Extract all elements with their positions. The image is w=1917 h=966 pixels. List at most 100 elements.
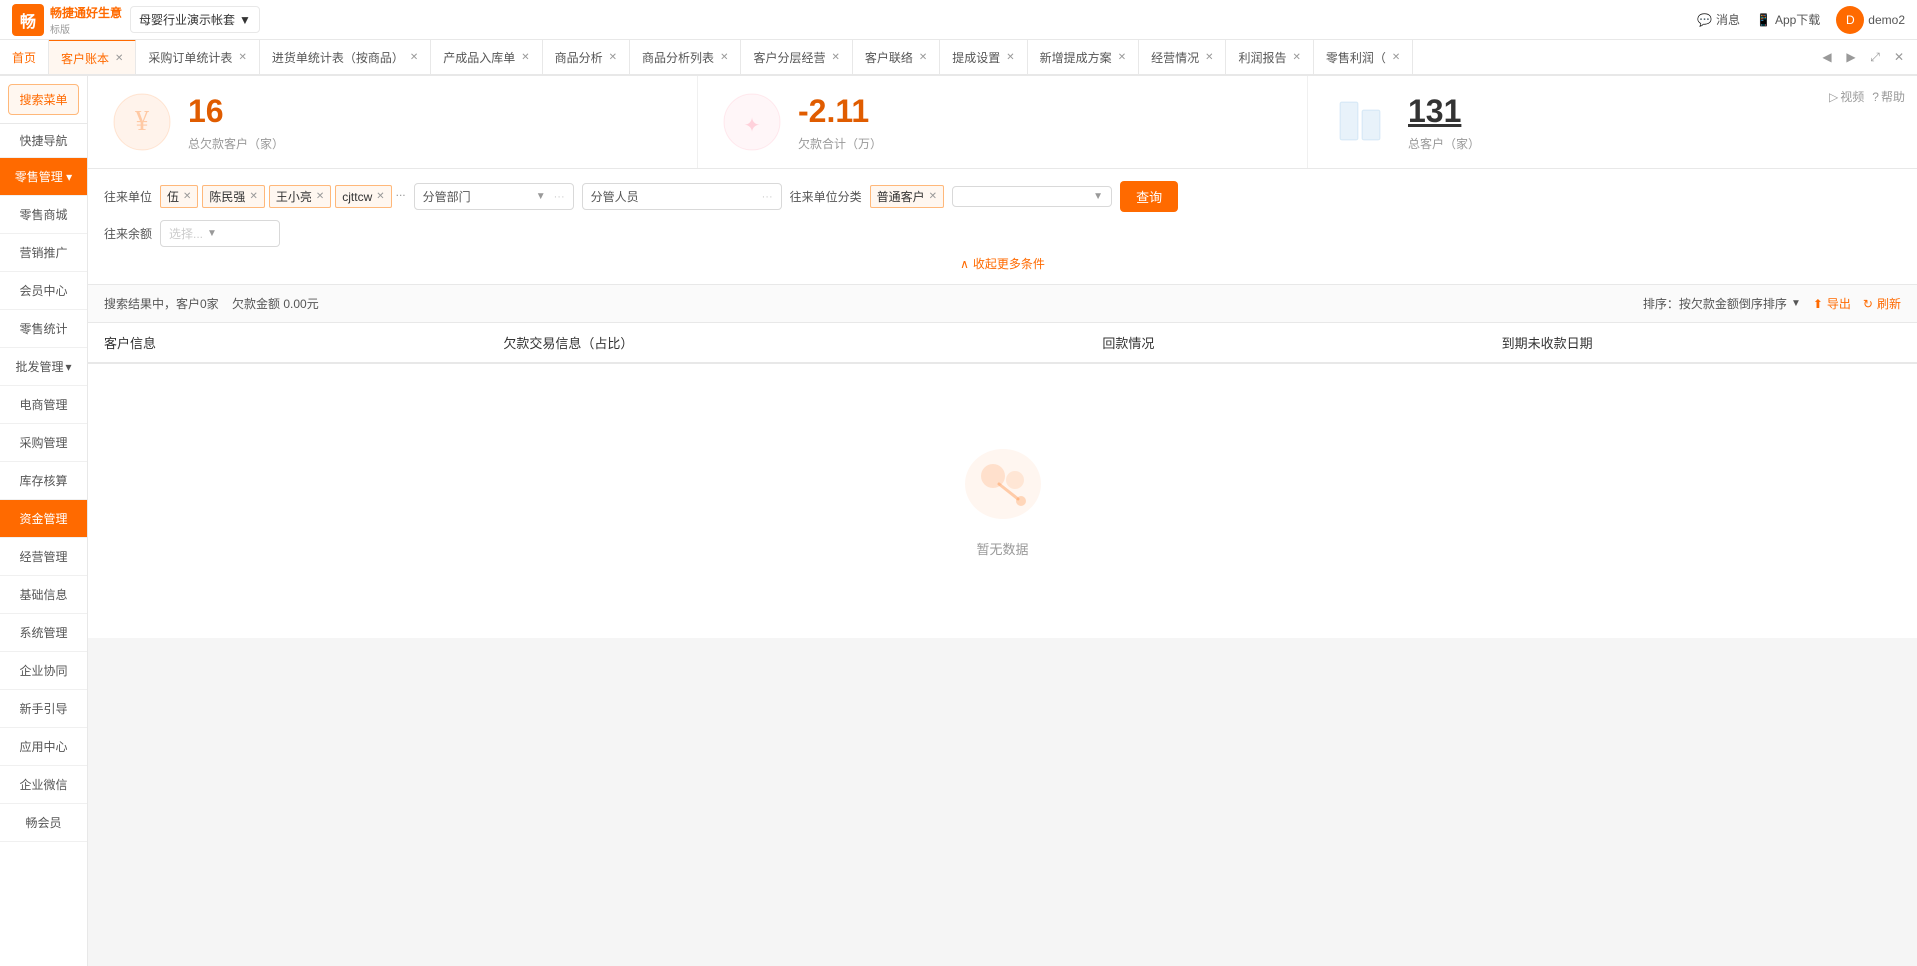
sidebar-item-guide[interactable]: 新手引导 <box>0 690 87 728</box>
workspace-selector[interactable]: 母婴行业演示帐套 ▼ <box>130 6 260 33</box>
stat-label-debt: 欠款合计（万） <box>798 135 882 152</box>
sidebar-item-basic-info[interactable]: 基础信息 <box>0 576 87 614</box>
tab-profit-report[interactable]: 利润报告 ✕ <box>1226 40 1313 75</box>
unit-tag-cjttcw-close-icon[interactable]: ✕ <box>376 191 384 202</box>
dept-selector[interactable]: 分管部门 ▼ ··· <box>414 183 574 210</box>
stat-info-customers: 16 总欠款客户（家） <box>188 92 284 151</box>
category-selector[interactable]: ▼ <box>952 186 1112 207</box>
raise-settings-tab-close-icon[interactable]: ✕ <box>1006 52 1014 63</box>
category-tag-normal-close-icon[interactable]: ✕ <box>929 191 937 202</box>
sidebar-item-app-center[interactable]: 应用中心 <box>0 728 87 766</box>
tab-accounts[interactable]: 客户账本 ✕ <box>49 40 136 75</box>
help-link[interactable]: ? 帮助 <box>1872 88 1905 105</box>
logo-sub: 标版 <box>50 21 122 36</box>
tab-customer-tier[interactable]: 客户分层经营 ✕ <box>741 40 852 75</box>
sidebar-item-wechat[interactable]: 企业微信 <box>0 766 87 804</box>
stat-label-customers: 总欠款客户（家） <box>188 135 284 152</box>
play-icon: ▷ <box>1829 90 1838 104</box>
person-label: 分管人员 <box>591 188 639 205</box>
unit-tag-chen[interactable]: 陈民强 ✕ <box>202 185 264 208</box>
accounts-tab-close-icon[interactable]: ✕ <box>115 53 123 64</box>
top-bar-left: 畅 畅捷通好生意 标版 母婴行业演示帐套 ▼ <box>12 4 260 36</box>
customer-tier-tab-close-icon[interactable]: ✕ <box>831 52 839 63</box>
video-link[interactable]: ▷ 视频 <box>1829 88 1864 105</box>
sidebar-item-member2[interactable]: 畅会员 <box>0 804 87 842</box>
app-download-button[interactable]: 📱 App下载 <box>1756 11 1820 28</box>
sidebar-item-wholesale[interactable]: 批发管理 ▾ <box>0 348 87 386</box>
category-tag-normal[interactable]: 普通客户 ✕ <box>870 185 944 208</box>
sidebar-item-inventory[interactable]: 库存核算 <box>0 462 87 500</box>
logo-text-block: 畅捷通好生意 标版 <box>50 4 122 36</box>
message-button[interactable]: 💬 消息 <box>1697 11 1740 28</box>
nav-next-icon[interactable]: ▶ <box>1841 47 1861 67</box>
sidebar-item-finance[interactable]: 资金管理 <box>0 500 87 538</box>
tab-purchase-orders[interactable]: 采购订单统计表 ✕ <box>136 40 259 75</box>
tab-home[interactable]: 首页 <box>0 40 49 75</box>
sidebar-item-enterprise[interactable]: 企业协同 <box>0 652 87 690</box>
unit-tags-more[interactable]: ... <box>396 185 406 208</box>
nav-close-all-icon[interactable]: ✕ <box>1889 47 1909 67</box>
purchase-tab-close-icon[interactable]: ✕ <box>238 52 246 63</box>
purchase-tab-label: 采购订单统计表 <box>148 49 232 66</box>
video-label: 视频 <box>1840 88 1864 105</box>
sidebar-item-system[interactable]: 系统管理 <box>0 614 87 652</box>
collapse-up-icon: ∧ <box>960 257 969 271</box>
unit-tag-wu-close-icon[interactable]: ✕ <box>183 191 191 202</box>
sidebar-item-operations[interactable]: 经营管理 <box>0 538 87 576</box>
sidebar-item-ecommerce[interactable]: 电商管理 <box>0 386 87 424</box>
search-menu-button[interactable]: 搜索菜单 <box>8 84 79 115</box>
sidebar-search-area: 搜索菜单 <box>0 76 87 124</box>
tab-goods-list[interactable]: 商品分析列表 ✕ <box>630 40 741 75</box>
person-more-icon[interactable]: ··· <box>762 191 773 203</box>
refresh-button[interactable]: ↻ 刷新 <box>1863 295 1901 312</box>
retail-profit-tab-close-icon[interactable]: ✕ <box>1392 52 1400 63</box>
unit-tag-cjttcw[interactable]: cjttcw ✕ <box>335 185 391 208</box>
main-layout: 搜索菜单 快捷导航 零售管理 ▾ 零售商城 营销推广 会员中心 零售统计 批发管… <box>0 76 1917 966</box>
tab-raise-settings[interactable]: 提成设置 ✕ <box>940 40 1027 75</box>
goods-list-tab-close-icon[interactable]: ✕ <box>720 52 728 63</box>
balance-input[interactable]: 选择... ▼ <box>160 220 280 247</box>
sidebar-item-member[interactable]: 会员中心 <box>0 272 87 310</box>
tab-goods-analysis[interactable]: 商品分析 ✕ <box>543 40 630 75</box>
logo-text: 畅捷通好生意 <box>50 4 122 21</box>
export-button[interactable]: ⬆ 导出 <box>1813 295 1851 312</box>
biz-status-tab-label: 经营情况 <box>1151 49 1199 66</box>
unit-tag-chen-close-icon[interactable]: ✕ <box>249 191 257 202</box>
person-selector[interactable]: 分管人员 ··· <box>582 183 782 210</box>
tab-new-raise[interactable]: 新增提成方案 ✕ <box>1028 40 1139 75</box>
nav-prev-icon[interactable]: ◀ <box>1817 47 1837 67</box>
tab-product-in[interactable]: 产成品入库单 ✕ <box>431 40 542 75</box>
product-tab-close-icon[interactable]: ✕ <box>521 52 529 63</box>
content-area: ¥ 16 总欠款客户（家） ✦ -2.11 欠款合计（ <box>88 76 1917 966</box>
unit-tag-wu[interactable]: 伍 ✕ <box>160 185 198 208</box>
user-menu[interactable]: D demo2 <box>1836 6 1905 34</box>
sidebar-item-purchase[interactable]: 采购管理 <box>0 424 87 462</box>
dept-clear-icon[interactable]: ··· <box>554 191 565 203</box>
sidebar-item-retail-mall[interactable]: 零售商城 <box>0 196 87 234</box>
sidebar-item-retail[interactable]: 零售管理 ▾ <box>0 158 87 196</box>
customer-contact-tab-close-icon[interactable]: ✕ <box>919 52 927 63</box>
new-raise-tab-close-icon[interactable]: ✕ <box>1118 52 1126 63</box>
query-button[interactable]: 查询 <box>1120 181 1178 212</box>
sidebar-item-quick-nav[interactable]: 快捷导航 <box>0 124 87 158</box>
stat-card-debt: ✦ -2.11 欠款合计（万） <box>698 76 1308 168</box>
sidebar-item-marketing[interactable]: 营销推广 <box>0 234 87 272</box>
profit-tab-close-icon[interactable]: ✕ <box>1293 52 1301 63</box>
unit-tag-wang-close-icon[interactable]: ✕ <box>316 191 324 202</box>
tab-retail-profit[interactable]: 零售利润（ ✕ <box>1314 40 1413 75</box>
tab-customer-contact[interactable]: 客户联络 ✕ <box>853 40 940 75</box>
debt-summary-label: 欠款金额 0.00元 <box>232 297 319 311</box>
collapse-button[interactable]: ∧ 收起更多条件 <box>104 255 1901 272</box>
sidebar-item-retail-stats[interactable]: 零售统计 <box>0 310 87 348</box>
nav-maximize-icon[interactable]: ⤢ <box>1865 47 1885 67</box>
goods-tab-close-icon[interactable]: ✕ <box>609 52 617 63</box>
balance-placeholder: 选择... <box>169 225 203 242</box>
result-actions: 排序：按欠款金额倒序排序 ▼ ⬆ 导出 ↻ 刷新 <box>1643 295 1901 312</box>
category-tag-normal-label: 普通客户 <box>877 188 925 205</box>
biz-status-tab-close-icon[interactable]: ✕ <box>1205 52 1213 63</box>
stock-tab-close-icon[interactable]: ✕ <box>410 52 418 63</box>
tab-biz-status[interactable]: 经营情况 ✕ <box>1139 40 1226 75</box>
unit-tag-wang[interactable]: 王小亮 ✕ <box>269 185 331 208</box>
sort-selector[interactable]: 排序：按欠款金额倒序排序 ▼ <box>1643 295 1801 312</box>
tab-stock-in[interactable]: 进货单统计表（按商品） ✕ <box>260 40 431 75</box>
